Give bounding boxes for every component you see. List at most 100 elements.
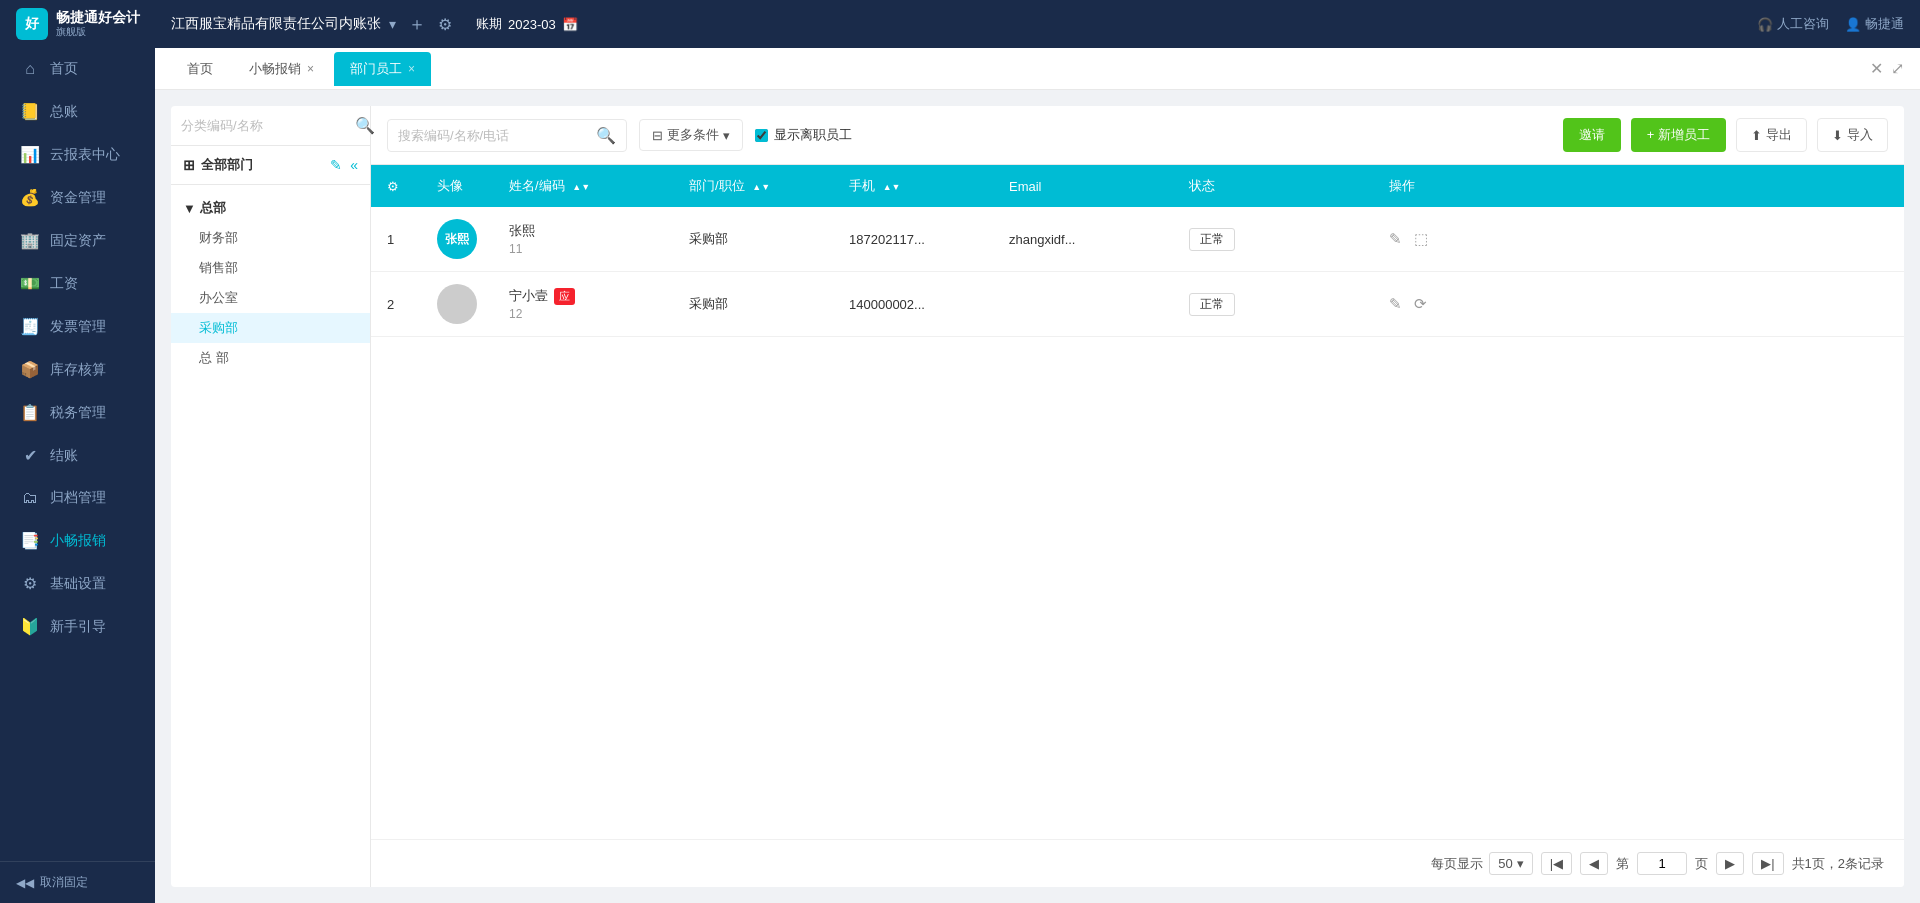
company-name: 江西服宝精品有限责任公司内账张 [171, 15, 381, 33]
sidebar-item-salary-label: 工资 [50, 275, 78, 293]
dept-child-sales[interactable]: 销售部 [171, 253, 370, 283]
period-area: 账期 2023-03 📅 [476, 15, 578, 33]
period-label: 账期 [476, 15, 502, 33]
pin-icon: ◀◀ [16, 876, 34, 890]
sidebar-item-guide[interactable]: 🔰 新手引导 [0, 605, 155, 648]
sidebar-item-general[interactable]: 📒 总账 [0, 90, 155, 133]
row2-avatar-cell [421, 272, 493, 337]
all-dept-label: 全部部门 [201, 156, 253, 174]
sidebar-item-invoice[interactable]: 🧾 发票管理 [0, 305, 155, 348]
page-input[interactable] [1637, 852, 1687, 875]
sidebar-item-funds[interactable]: 💰 资金管理 [0, 176, 155, 219]
import-btn[interactable]: ⬇ 导入 [1817, 118, 1888, 152]
dept-collapse-btn[interactable]: « [350, 157, 358, 173]
row2-edit-icon[interactable]: ✎ [1389, 295, 1402, 313]
row1-status-badge: 正常 [1189, 228, 1235, 251]
content-area: 首页 小畅报销 × 部门员工 × ✕ ⤢ 🔍 [155, 48, 1920, 903]
tab-close-all-btn[interactable]: ✕ [1870, 59, 1883, 78]
dept-child-purchase[interactable]: 采购部 [171, 313, 370, 343]
sidebar-item-salary[interactable]: 💵 工资 [0, 262, 155, 305]
filter-icon: ⊟ [652, 128, 663, 143]
consult-btn[interactable]: 🎧 人工咨询 [1757, 15, 1829, 33]
emp-toolbar: 🔍 ⊟ 更多条件 ▾ 显示离职员工 邀 [371, 106, 1904, 165]
calendar-icon[interactable]: 📅 [562, 17, 578, 32]
checkout-icon: ✔ [20, 446, 40, 465]
user-icon: 👤 [1845, 17, 1861, 32]
company-selector[interactable]: 江西服宝精品有限责任公司内账张 ▾ [171, 15, 396, 33]
dept-child-finance-label: 财务部 [199, 230, 238, 245]
sidebar-item-tax-label: 税务管理 [50, 404, 106, 422]
add-icon[interactable]: ＋ [408, 12, 426, 36]
sidebar-item-archive[interactable]: 🗂 归档管理 [0, 477, 155, 519]
page-size-dropdown[interactable]: 50 ▾ [1489, 852, 1532, 875]
tab-dept-emp[interactable]: 部门员工 × [334, 52, 431, 86]
filter-btn[interactable]: ⊟ 更多条件 ▾ [639, 119, 743, 151]
emp-search-input[interactable] [398, 128, 590, 143]
table-row: 2 宁小壹 应 [371, 272, 1904, 337]
dept-child-purchase-label: 采购部 [199, 320, 238, 335]
th-settings[interactable]: ⚙ [371, 165, 421, 207]
xiaochang-icon: 📑 [20, 531, 40, 550]
sidebar-item-tax[interactable]: 📋 税务管理 [0, 391, 155, 434]
first-page-btn[interactable]: |◀ [1541, 852, 1572, 875]
row1-dept: 采购部 [673, 207, 833, 272]
th-phone[interactable]: 手机 ▲▼ [833, 165, 993, 207]
sidebar-item-assets[interactable]: 🏢 固定资产 [0, 219, 155, 262]
dept-group-general: ▼ 总部 财务部 销售部 办公室 [171, 193, 370, 373]
total-label: 共1页，2条记录 [1792, 855, 1884, 873]
last-page-btn[interactable]: ▶| [1752, 852, 1783, 875]
emp-table: ⚙ 头像 姓名/编码 ▲▼ [371, 165, 1904, 839]
prev-page-btn[interactable]: ◀ [1580, 852, 1608, 875]
sidebar-item-general-label: 总账 [50, 103, 78, 121]
row1-code: 11 [509, 242, 657, 256]
tab-dept-emp-close[interactable]: × [408, 62, 415, 76]
row2-avatar [437, 284, 477, 324]
emp-search-icon[interactable]: 🔍 [596, 126, 616, 145]
user-btn[interactable]: 👤 畅捷通 [1845, 15, 1904, 33]
row1-avatar: 张熙 [437, 219, 477, 259]
home-icon: ⌂ [20, 60, 40, 78]
dept-search-input[interactable] [181, 118, 349, 133]
sort-name-icon: ▲▼ [572, 183, 590, 192]
row2-email [993, 272, 1173, 337]
row1-logout-icon[interactable]: ⬚ [1414, 230, 1428, 248]
gear-icon[interactable]: ⚙ [438, 15, 452, 34]
dept-child-general-dept[interactable]: 总 部 [171, 343, 370, 373]
company-dropdown-icon[interactable]: ▾ [389, 16, 396, 32]
tab-xiaochang-close[interactable]: × [307, 62, 314, 76]
dept-edit-btn[interactable]: ✎ [330, 157, 342, 173]
th-email: Email [993, 165, 1173, 207]
show-left-checkbox[interactable] [755, 129, 768, 142]
dept-employee-layout: 🔍 ⊞ 全部部门 ✎ « [171, 106, 1904, 887]
unpin-btn[interactable]: ◀◀ 取消固定 [0, 861, 155, 903]
row2-delete-icon[interactable]: ⟳ [1414, 295, 1427, 313]
pagination: 每页显示 50 ▾ |◀ ◀ 第 页 ▶ ▶| 共1页， [371, 839, 1904, 887]
sidebar-item-home-label: 首页 [50, 60, 78, 78]
th-dept[interactable]: 部门/职位 ▲▼ [673, 165, 833, 207]
dept-child-office-label: 办公室 [199, 290, 238, 305]
dept-child-office[interactable]: 办公室 [171, 283, 370, 313]
add-employee-btn[interactable]: + 新增员工 [1631, 118, 1726, 152]
tab-bar: 首页 小畅报销 × 部门员工 × ✕ ⤢ [155, 48, 1920, 90]
sidebar-item-reports[interactable]: 📊 云报表中心 [0, 133, 155, 176]
sidebar-item-settings[interactable]: ⚙ 基础设置 [0, 562, 155, 605]
th-name[interactable]: 姓名/编码 ▲▼ [493, 165, 673, 207]
salary-icon: 💵 [20, 274, 40, 293]
tab-home[interactable]: 首页 [171, 52, 229, 86]
sidebar-item-checkout[interactable]: ✔ 结账 [0, 434, 155, 477]
sidebar-item-assets-label: 固定资产 [50, 232, 106, 250]
add-employee-label: + 新增员工 [1647, 126, 1710, 144]
tab-expand-btn[interactable]: ⤢ [1891, 59, 1904, 78]
tab-xiaochang[interactable]: 小畅报销 × [233, 52, 330, 86]
next-page-btn[interactable]: ▶ [1716, 852, 1744, 875]
export-btn[interactable]: ⬆ 导出 [1736, 118, 1807, 152]
sidebar-item-xiaochang[interactable]: 📑 小畅报销 [0, 519, 155, 562]
dept-child-finance[interactable]: 财务部 [171, 223, 370, 253]
row1-phone: 187202117... [833, 207, 993, 272]
invite-btn[interactable]: 邀请 [1563, 118, 1621, 152]
sidebar-item-inventory[interactable]: 📦 库存核算 [0, 348, 155, 391]
all-dept-btn[interactable]: ⊞ 全部部门 [183, 156, 253, 174]
dept-group-name[interactable]: ▼ 总部 [171, 193, 370, 223]
row1-edit-icon[interactable]: ✎ [1389, 230, 1402, 248]
sidebar-item-home[interactable]: ⌂ 首页 [0, 48, 155, 90]
